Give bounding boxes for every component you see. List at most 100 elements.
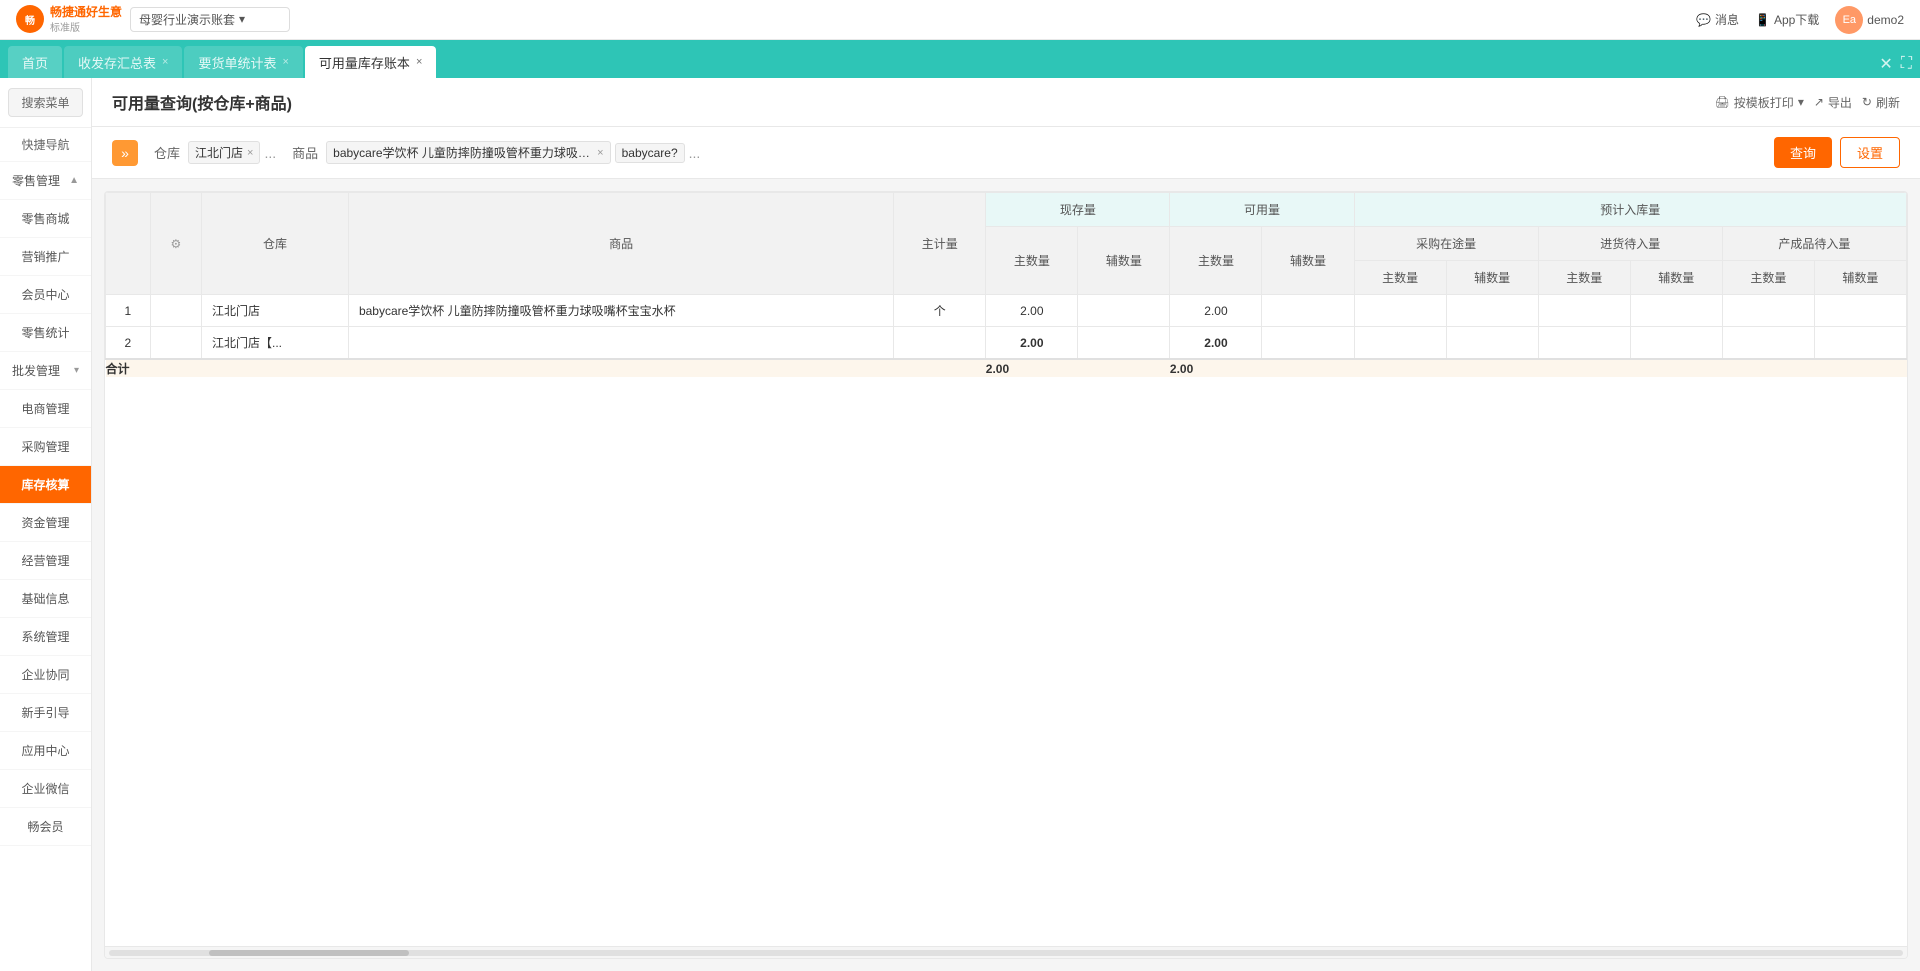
cell-settings bbox=[150, 295, 201, 327]
filter-actions: 查询 设置 bbox=[1774, 137, 1900, 168]
cell-current-aux bbox=[1078, 327, 1170, 360]
sidebar-item-marketing[interactable]: 营销推广 bbox=[0, 238, 91, 276]
remove-warehouse-tag[interactable]: × bbox=[247, 147, 253, 159]
window-max-icon[interactable]: ⛶ bbox=[1901, 55, 1912, 73]
summary-pt-aux bbox=[1446, 359, 1538, 377]
summary-current-aux bbox=[1078, 359, 1170, 377]
table-area: ⚙ 仓库 商品 主计量 现存量 可用量 预计入库量 主数量 辅数量 主数量 辅数… bbox=[104, 191, 1908, 959]
sidebar-item-ecommerce[interactable]: 电商管理 bbox=[0, 390, 91, 428]
chevron-icon: ▲ bbox=[69, 175, 79, 186]
cell-warehouse: 江北门店【... bbox=[201, 327, 348, 360]
message-button[interactable]: 💬 消息 bbox=[1696, 11, 1739, 28]
col-inbound-pending-aux: 辅数量 bbox=[1630, 261, 1722, 295]
warehouse-tag-jiangbei[interactable]: 江北门店 × bbox=[188, 141, 260, 164]
col-current-aux: 辅数量 bbox=[1078, 227, 1170, 295]
cell-settings bbox=[150, 327, 201, 360]
stock-table: ⚙ 仓库 商品 主计量 现存量 可用量 预计入库量 主数量 辅数量 主数量 辅数… bbox=[105, 192, 1907, 377]
summary-avail-main: 2.00 bbox=[1170, 359, 1262, 377]
message-icon: 💬 bbox=[1696, 13, 1711, 27]
summary-ip-aux bbox=[1630, 359, 1722, 377]
brand-name: 畅捷通好生意 bbox=[50, 5, 122, 19]
col-settings[interactable]: ⚙ bbox=[150, 193, 201, 295]
org-selector[interactable]: 母婴行业演示账套 ▾ bbox=[130, 7, 290, 32]
sidebar-item-retail-mgmt[interactable]: 零售管理 ▲ bbox=[0, 162, 91, 200]
product-label: 商品 bbox=[292, 143, 318, 162]
cell-pt-aux bbox=[1446, 327, 1538, 360]
sidebar-item-members[interactable]: 会员中心 bbox=[0, 276, 91, 314]
cell-pt-main bbox=[1354, 327, 1446, 360]
cell-rownum: 1 bbox=[106, 295, 151, 327]
brand-sub: 标准版 bbox=[50, 19, 122, 34]
cell-ip-main bbox=[1538, 327, 1630, 360]
filter-expand-button[interactable]: » bbox=[112, 140, 138, 166]
sidebar-item-system[interactable]: 系统管理 bbox=[0, 618, 91, 656]
warehouse-more-button[interactable]: ... bbox=[264, 145, 276, 161]
sidebar-item-enterprise[interactable]: 企业协同 bbox=[0, 656, 91, 694]
sidebar-item-operations[interactable]: 经营管理 bbox=[0, 542, 91, 580]
sidebar-item-wholesale[interactable]: 批发管理 ▾ bbox=[0, 352, 91, 390]
product-more-button[interactable]: ... bbox=[689, 145, 701, 161]
scrollbar-thumb[interactable] bbox=[209, 950, 409, 956]
sidebar-item-basic-info[interactable]: 基础信息 bbox=[0, 580, 91, 618]
table-row: 2 江北门店【... 2.00 2.00 bbox=[106, 327, 1907, 360]
tab-close-available[interactable]: × bbox=[416, 56, 422, 68]
avatar: Ea bbox=[1835, 6, 1863, 34]
filter-bar: » 仓库 江北门店 × ... 商品 babycare学饮杯 儿童防摔防撞吸管杯… bbox=[92, 127, 1920, 179]
sidebar-item-member-plus[interactable]: 畅会员 bbox=[0, 808, 91, 846]
sidebar-item-finance[interactable]: 资金管理 bbox=[0, 504, 91, 542]
tab-close-order[interactable]: × bbox=[282, 56, 288, 68]
cell-product: babycare学饮杯 儿童防摔防撞吸管杯重力球吸嘴杯宝宝水杯 bbox=[348, 295, 893, 327]
col-warehouse: 仓库 bbox=[201, 193, 348, 295]
sidebar-item-purchase[interactable]: 采购管理 bbox=[0, 428, 91, 466]
col-available-aux: 辅数量 bbox=[1262, 227, 1354, 295]
print-icon: 🖨 bbox=[1715, 95, 1730, 109]
cell-pt-aux bbox=[1446, 295, 1538, 327]
tab-receive-summary[interactable]: 收发存汇总表 × bbox=[64, 46, 182, 78]
remove-product-tag[interactable]: × bbox=[597, 147, 603, 159]
cell-current-main: 2.00 bbox=[986, 295, 1078, 327]
template-print-button[interactable]: 🖨 按模板打印 ▾ bbox=[1715, 94, 1804, 111]
tab-available-stock[interactable]: 可用量库存账本 × bbox=[305, 46, 436, 78]
sidebar-item-inventory[interactable]: 库存核算 bbox=[0, 466, 91, 504]
setting-button[interactable]: 设置 bbox=[1840, 137, 1900, 168]
sidebar-item-retail-stats[interactable]: 零售统计 bbox=[0, 314, 91, 352]
app-download-button[interactable]: 📱 App下载 bbox=[1755, 11, 1819, 28]
user-profile[interactable]: Ea demo2 bbox=[1835, 6, 1904, 34]
cell-unit: 个 bbox=[894, 295, 986, 327]
sidebar-item-retail-mall[interactable]: 零售商城 bbox=[0, 200, 91, 238]
horizontal-scrollbar[interactable] bbox=[105, 946, 1907, 958]
export-button[interactable]: ↗ 导出 bbox=[1814, 94, 1852, 111]
summary-label: 合计 bbox=[106, 359, 986, 377]
refresh-button[interactable]: ↻ 刷新 bbox=[1862, 94, 1900, 111]
warehouse-tags: 江北门店 × ... bbox=[188, 141, 276, 164]
tab-order-stats[interactable]: 要货单统计表 × bbox=[184, 46, 302, 78]
col-product-pending-main: 主数量 bbox=[1722, 261, 1814, 295]
sidebar-item-new-guide[interactable]: 新手引导 bbox=[0, 694, 91, 732]
sidebar-item-enterprise-wechat[interactable]: 企业微信 bbox=[0, 770, 91, 808]
main-layout: 搜索菜单 快捷导航 零售管理 ▲ 零售商城 营销推广 会员中心 零售统计 批发管… bbox=[0, 78, 1920, 971]
page-actions: 🖨 按模板打印 ▾ ↗ 导出 ↻ 刷新 bbox=[1715, 94, 1900, 111]
cell-pt-main bbox=[1354, 295, 1446, 327]
col-planned-inbound-group: 预计入库量 bbox=[1354, 193, 1906, 227]
col-inbound-pending: 进货待入量 bbox=[1538, 227, 1722, 261]
tab-close-receive[interactable]: × bbox=[162, 56, 168, 68]
search-menu-button[interactable]: 搜索菜单 bbox=[8, 88, 83, 117]
col-product: 商品 bbox=[348, 193, 893, 295]
summary-row: 合计 2.00 2.00 bbox=[106, 359, 1907, 377]
product-tag-babycare2[interactable]: babycare? bbox=[615, 143, 685, 163]
product-tag-babycare[interactable]: babycare学饮杯 儿童防摔防撞吸管杯重力球吸嘴杯宝宝水杯 × bbox=[326, 141, 610, 164]
sidebar-item-quick-nav[interactable]: 快捷导航 bbox=[0, 128, 91, 162]
query-button[interactable]: 查询 bbox=[1774, 137, 1832, 168]
summary-current-main: 2.00 bbox=[986, 359, 1078, 377]
chevron-down-icon: ▾ bbox=[1798, 95, 1804, 109]
settings-icon[interactable]: ⚙ bbox=[170, 237, 181, 251]
window-close-icon[interactable]: ✕ bbox=[1879, 54, 1892, 74]
sidebar: 搜索菜单 快捷导航 零售管理 ▲ 零售商城 营销推广 会员中心 零售统计 批发管… bbox=[0, 78, 92, 971]
tab-home[interactable]: 首页 bbox=[8, 46, 62, 78]
brand-logo: 畅 畅捷通好生意 标准版 bbox=[16, 5, 122, 34]
sidebar-item-app-center[interactable]: 应用中心 bbox=[0, 732, 91, 770]
col-purchase-transit: 采购在途量 bbox=[1354, 227, 1538, 261]
cell-ip-aux bbox=[1630, 295, 1722, 327]
cell-unit bbox=[894, 327, 986, 360]
cell-avail-main: 2.00 bbox=[1170, 327, 1262, 360]
